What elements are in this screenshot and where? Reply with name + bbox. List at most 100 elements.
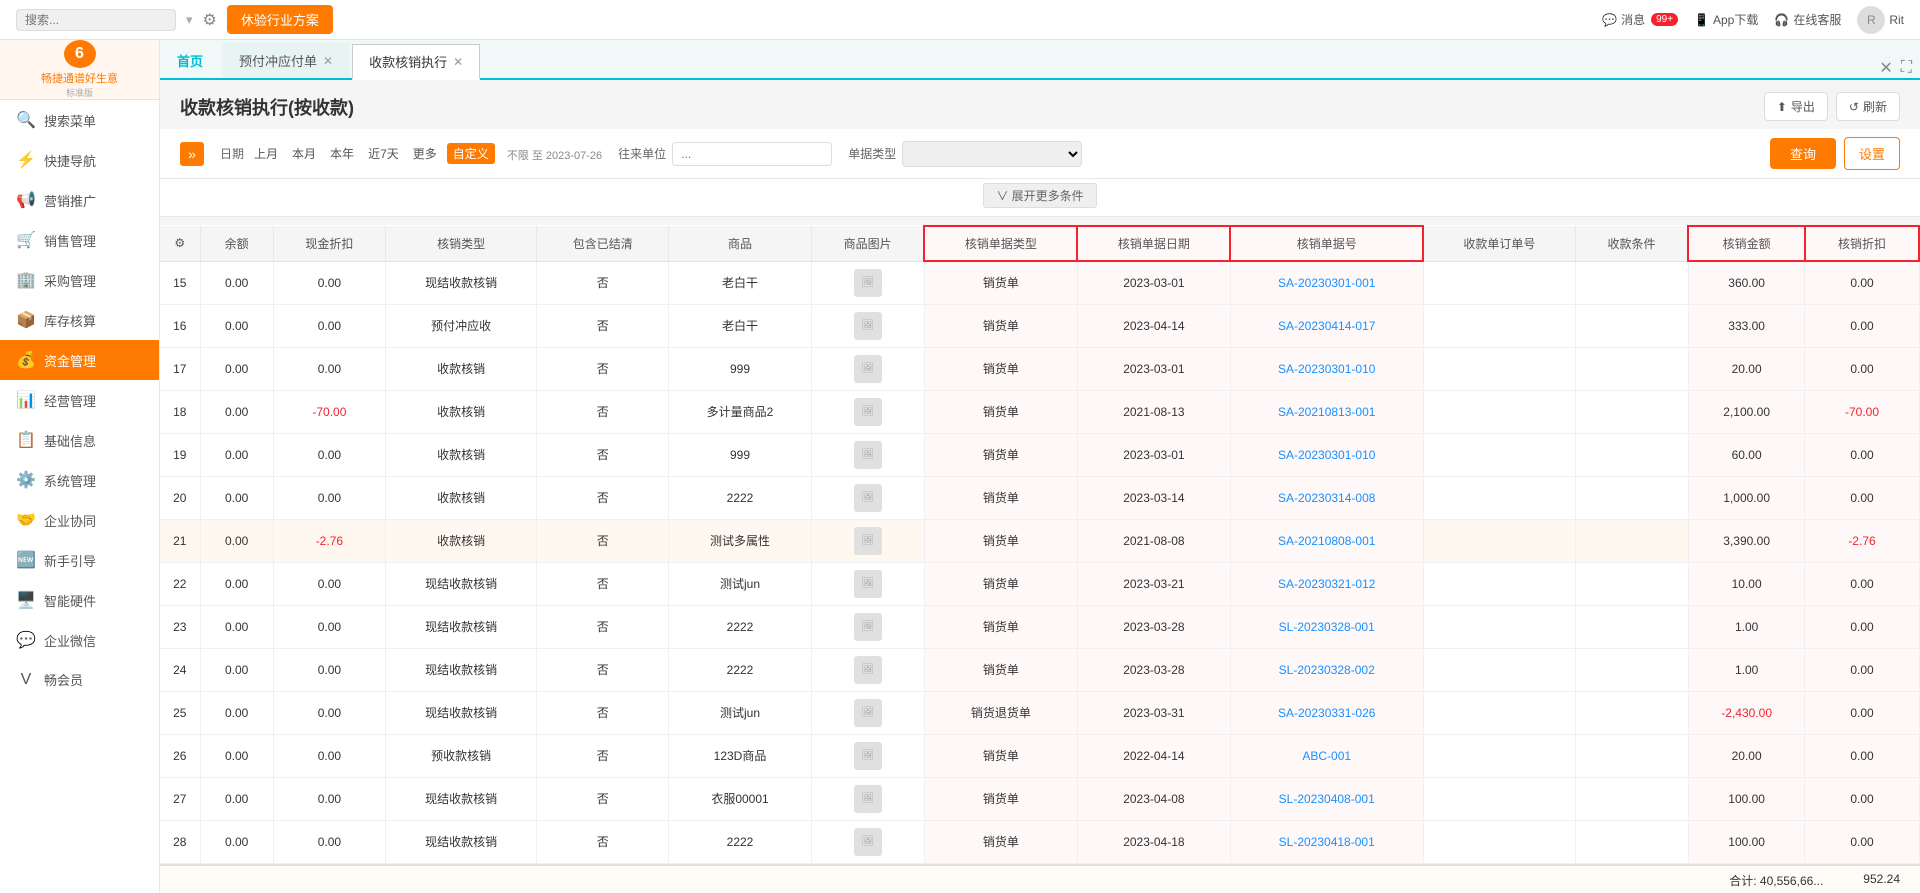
cell-cancel-discount: 0.00 (1805, 261, 1919, 304)
query-button[interactable]: 查询 (1770, 138, 1836, 169)
sidebar-item-shortcut[interactable]: ⚡ 快捷导航 (0, 140, 159, 180)
last7-btn[interactable]: 近7天 (364, 143, 403, 164)
date-range-label: 不限 至 2023-07-26 (507, 147, 602, 163)
col-settings[interactable]: ⚙ (160, 226, 200, 261)
sidebar-item-hardware[interactable]: 🖥️ 智能硬件 (0, 580, 159, 620)
export-button[interactable]: ⬆ 导出 (1764, 92, 1828, 121)
cancel-bill-no-link[interactable]: SA-20230301-010 (1278, 448, 1375, 462)
custom-btn[interactable]: 自定义 (447, 143, 495, 164)
sidebar: 6 畅捷通谱好生意 标准版 🔍 搜索菜单 ⚡ 快捷导航 📢 营销推广 🛒 销售管… (0, 40, 160, 893)
message-button[interactable]: 💬 消息 99+ (1602, 11, 1678, 28)
sidebar-item-basic[interactable]: 📋 基础信息 (0, 420, 159, 460)
cell-include-settled: 否 (537, 347, 669, 390)
tab-expand-icon[interactable]: ⛶ (1901, 59, 1912, 77)
partner-input[interactable] (672, 142, 832, 166)
cell-cancel-amount: 1,000.00 (1688, 476, 1805, 519)
sidebar-item-marketing[interactable]: 📢 营销推广 (0, 180, 159, 220)
cancel-bill-no-link[interactable]: SA-20230301-001 (1278, 276, 1375, 290)
cell-goods-img: 🖼 (811, 261, 924, 304)
tab-prepay[interactable]: 预付冲应付单 ✕ (222, 42, 350, 78)
sidebar-item-search[interactable]: 🔍 搜索菜单 (0, 100, 159, 140)
sidebar-item-operations[interactable]: 📊 经营管理 (0, 380, 159, 420)
page-title: 收款核销执行(按收款) (180, 94, 354, 120)
cancel-bill-no-link[interactable]: SL-20230328-002 (1279, 663, 1375, 677)
tab-receipts[interactable]: 收款核销执行 ✕ (352, 44, 480, 80)
cell-balance: 0.00 (200, 605, 273, 648)
col-goods-img: 商品图片 (811, 226, 924, 261)
cell-goods-img: 🖼 (811, 734, 924, 777)
sidebar-item-vip[interactable]: V 畅会员 (0, 660, 159, 699)
cancel-bill-no-link[interactable]: SA-20210813-001 (1278, 405, 1375, 419)
sidebar-item-wechat[interactable]: 💬 企业微信 (0, 620, 159, 660)
this-month-btn[interactable]: 本月 (288, 143, 320, 164)
cell-goods: 老白干 (669, 261, 812, 304)
cell-cancel-bill-type: 销货单 (924, 777, 1077, 820)
top-bar-right: 💬 消息 99+ 📱 App下载 🎧 在线客服 R Rit (1602, 6, 1904, 34)
sidebar-item-guide[interactable]: 🆕 新手引导 (0, 540, 159, 580)
last-month-btn[interactable]: 上月 (250, 143, 282, 164)
gear-icon[interactable]: ⚙ (203, 10, 217, 30)
cancel-bill-no-link[interactable]: SA-20230321-012 (1278, 577, 1375, 591)
filter-expand-button[interactable]: » (180, 142, 204, 166)
sidebar-item-finance[interactable]: 💰 资金管理 (0, 340, 159, 380)
cancel-bill-no-link[interactable]: SA-20210808-001 (1278, 534, 1375, 548)
sidebar-item-inventory[interactable]: 📦 库存核算 (0, 300, 159, 340)
cancel-bill-no-link[interactable]: SL-20230418-001 (1279, 835, 1375, 849)
search-input[interactable] (16, 9, 176, 31)
cancel-bill-no-link[interactable]: SA-20230331-026 (1278, 706, 1375, 720)
cell-cancel-bill-date: 2023-04-14 (1077, 304, 1230, 347)
cell-cancel-bill-date: 2023-03-01 (1077, 347, 1230, 390)
cell-cancel-amount: 1.00 (1688, 605, 1805, 648)
cell-cancel-amount: 333.00 (1688, 304, 1805, 347)
user-menu[interactable]: R Rit (1857, 6, 1904, 34)
table-row: 26 0.00 0.00 预收款核销 否 123D商品 🖼 销货单 2022-0… (160, 734, 1919, 777)
cell-receipt-order-no (1423, 777, 1575, 820)
table-container[interactable]: ⚙ 余额 现金折扣 核销类型 包含已结清 商品 商品图片 核销单据类型 核销单据… (160, 225, 1920, 893)
cell-balance: 0.00 (200, 261, 273, 304)
cell-cancel-discount: 0.00 (1805, 476, 1919, 519)
cell-include-settled: 否 (537, 519, 669, 562)
expand-more-button[interactable]: ∨ 展开更多条件 (983, 183, 1096, 208)
sidebar-item-corp[interactable]: 🤝 企业协同 (0, 500, 159, 540)
refresh-button[interactable]: ↺ 刷新 (1836, 92, 1900, 121)
sidebar-label-shortcut: 快捷导航 (44, 151, 96, 170)
table-row: 15 0.00 0.00 现结收款核销 否 老白干 🖼 销货单 2023-03-… (160, 261, 1919, 304)
sidebar-label-basic: 基础信息 (44, 431, 96, 450)
cell-cancel-type: 收款核销 (386, 390, 537, 433)
cancel-bill-no-link[interactable]: SA-20230414-017 (1278, 319, 1375, 333)
this-year-btn[interactable]: 本年 (326, 143, 358, 164)
cell-goods-img: 🖼 (811, 648, 924, 691)
col-cancel-bill-type: 核销单据类型 (924, 226, 1077, 261)
cancel-bill-no-link[interactable]: SA-20230301-010 (1278, 362, 1375, 376)
basic-icon: 📋 (16, 430, 36, 450)
cancel-bill-no-link[interactable]: SL-20230408-001 (1279, 792, 1375, 806)
cancel-bill-no-link[interactable]: SA-20230314-008 (1278, 491, 1375, 505)
service-button[interactable]: 🎧 在线客服 (1774, 11, 1841, 28)
cell-balance: 0.00 (200, 304, 273, 347)
bill-type-select[interactable] (902, 141, 1082, 167)
sidebar-label-vip: 畅会员 (44, 670, 83, 689)
industry-button[interactable]: 休验行业方案 (227, 5, 333, 34)
cell-cancel-type: 现结收款核销 (386, 777, 537, 820)
sidebar-label-finance: 资金管理 (44, 351, 96, 370)
setting-button[interactable]: 设置 (1844, 137, 1900, 170)
sidebar-item-sales[interactable]: 🛒 销售管理 (0, 220, 159, 260)
sidebar-item-system[interactable]: ⚙️ 系统管理 (0, 460, 159, 500)
sidebar-item-purchase[interactable]: 🏢 采购管理 (0, 260, 159, 300)
marketing-icon: 📢 (16, 190, 36, 210)
tab-receipts-close[interactable]: ✕ (453, 55, 463, 69)
top-bar: ▾ ⚙ 休验行业方案 💬 消息 99+ 📱 App下载 🎧 在线客服 R Rit (0, 0, 1920, 40)
tab-prepay-close[interactable]: ✕ (323, 54, 333, 68)
app-download-button[interactable]: 📱 App下载 (1694, 11, 1758, 28)
message-badge: 99+ (1651, 13, 1678, 26)
cell-cash-discount: 0.00 (273, 691, 385, 734)
cell-receipt-cond (1575, 261, 1688, 304)
cancel-bill-no-link[interactable]: SL-20230328-001 (1279, 620, 1375, 634)
more-btn[interactable]: 更多 (409, 143, 441, 164)
search-icon: 🔍 (16, 110, 36, 130)
tab-home[interactable]: 首页 (160, 42, 220, 78)
tab-close-icon[interactable]: ✕ (1879, 58, 1892, 78)
cell-cancel-type: 预收款核销 (386, 734, 537, 777)
cancel-bill-no-link[interactable]: ABC-001 (1302, 749, 1351, 763)
cell-receipt-cond (1575, 519, 1688, 562)
